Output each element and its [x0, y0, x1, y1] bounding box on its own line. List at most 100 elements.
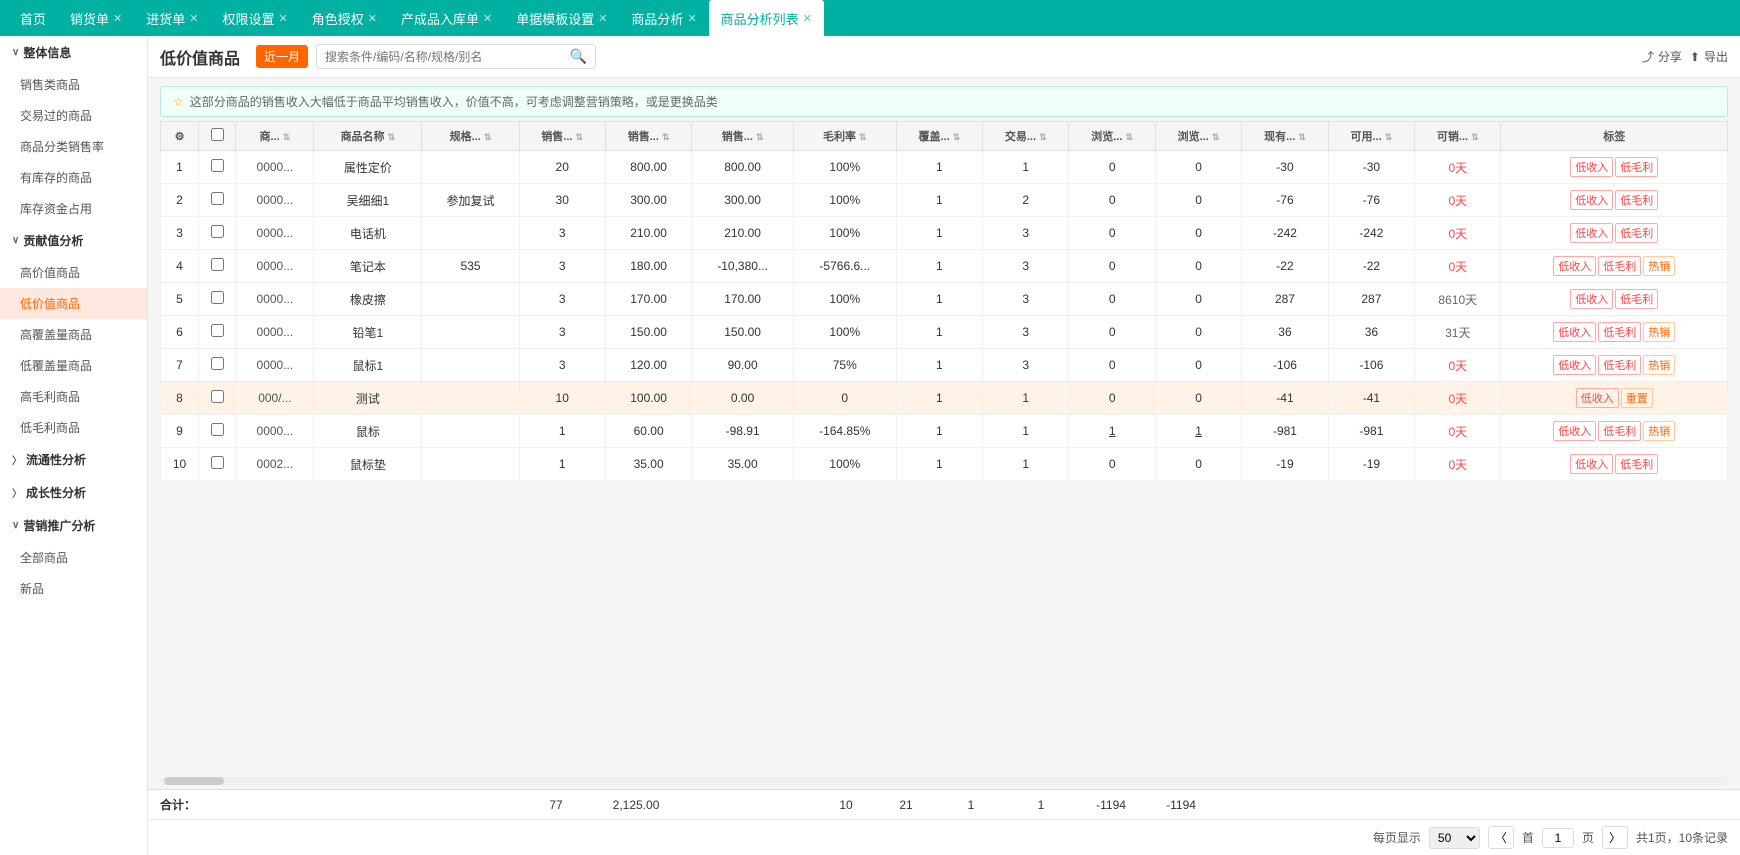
sidebar-item-new-goods[interactable]: 新品	[0, 573, 147, 604]
sidebar-item-traded[interactable]: 交易过的商品	[0, 100, 147, 131]
sidebar-item-high-coverage[interactable]: 高覆盖量商品	[0, 319, 147, 350]
sidebar-item-sales-goods[interactable]: 销售类商品	[0, 69, 147, 100]
first-page-btn[interactable]: 〈	[1488, 826, 1514, 849]
cell-browse1[interactable]: 0	[1069, 448, 1155, 481]
table-row: 9 0000... 鼠标 1 60.00 -98.91 -164.85% 1 1…	[161, 415, 1728, 448]
cell-spec	[422, 349, 519, 382]
cell-check[interactable]	[199, 415, 236, 448]
col-stock2[interactable]: 可用... ⇅	[1328, 122, 1414, 151]
cell-browse1[interactable]: 1	[1069, 415, 1155, 448]
tag-badge: 热销	[1643, 421, 1675, 441]
cell-days: 0天	[1415, 448, 1501, 481]
nav-purchase[interactable]: 进货单 ✕	[134, 0, 210, 36]
info-banner: ☆ 这部分商品的销售收入大幅低于商品平均销售收入，价值不高，可考虑调整营销策略，…	[160, 86, 1728, 117]
sidebar-group-marketing[interactable]: ∨营销推广分析	[0, 509, 147, 542]
sidebar-group-flow[interactable]: 〉流通性分析	[0, 443, 147, 476]
cell-check[interactable]	[199, 217, 236, 250]
cell-check[interactable]	[199, 151, 236, 184]
cell-name: 测试	[314, 382, 422, 415]
scroll-thumb[interactable]	[164, 777, 224, 785]
cell-spec	[422, 316, 519, 349]
cell-browse1[interactable]: 0	[1069, 382, 1155, 415]
cell-tags: 低收入低毛利	[1501, 283, 1728, 316]
col-name[interactable]: 商品名称 ⇅	[314, 122, 422, 151]
col-sale3[interactable]: 销售... ⇅	[692, 122, 794, 151]
cell-check[interactable]	[199, 349, 236, 382]
cell-browse1[interactable]: 0	[1069, 250, 1155, 283]
cell-check[interactable]	[199, 316, 236, 349]
col-sale1[interactable]: 销售... ⇅	[519, 122, 605, 151]
cell-browse1[interactable]: 0	[1069, 283, 1155, 316]
sidebar-group-growth[interactable]: 〉成长性分析	[0, 476, 147, 509]
filter-button[interactable]: 近一月	[256, 45, 308, 68]
col-stock1[interactable]: 现有... ⇅	[1242, 122, 1328, 151]
cell-check[interactable]	[199, 250, 236, 283]
col-sale2[interactable]: 销售... ⇅	[605, 122, 691, 151]
nav-analysis-list[interactable]: 商品分析列表 ✕	[709, 0, 824, 36]
tag-badge: 低收入	[1570, 223, 1613, 243]
share-button[interactable]: ⤴ 分享	[1642, 48, 1682, 65]
sidebar-group-overview[interactable]: ∨整体信息	[0, 36, 147, 69]
search-icon[interactable]: 🔍	[570, 48, 587, 65]
sidebar: ∨整体信息 销售类商品 交易过的商品 商品分类销售率 有库存的商品 库存资金占用…	[0, 36, 148, 855]
sidebar-item-high-margin[interactable]: 高毛利商品	[0, 381, 147, 412]
sidebar-item-low-coverage[interactable]: 低覆盖量商品	[0, 350, 147, 381]
col-code[interactable]: 商... ⇅	[236, 122, 314, 151]
cell-tags: 低收入重置	[1501, 382, 1728, 415]
cell-browse2: 0	[1155, 184, 1241, 217]
cell-stock1: -22	[1242, 250, 1328, 283]
sidebar-item-high-value[interactable]: 高价值商品	[0, 257, 147, 288]
cell-cover: 1	[896, 217, 982, 250]
nav-roles[interactable]: 角色授权 ✕	[300, 0, 389, 36]
cell-browse2: 0	[1155, 316, 1241, 349]
col-browse1[interactable]: 浏览... ⇅	[1069, 122, 1155, 151]
next-page-btn[interactable]: 〉	[1602, 826, 1628, 849]
col-trade[interactable]: 交易... ⇅	[983, 122, 1069, 151]
sidebar-item-low-margin[interactable]: 低毛利商品	[0, 412, 147, 443]
page-size-select[interactable]: 50 100 200	[1429, 827, 1480, 849]
sidebar-item-stock-goods[interactable]: 有库存的商品	[0, 162, 147, 193]
cell-code: 0000...	[236, 415, 314, 448]
cell-browse1[interactable]: 0	[1069, 184, 1155, 217]
col-checkbox[interactable]	[199, 122, 236, 151]
cell-trade: 2	[983, 184, 1069, 217]
table-header-row: ⚙ 商... ⇅ 商品名称 ⇅ 规格... ⇅ 销售... ⇅ 销售... ⇅ …	[161, 122, 1728, 151]
col-stock3[interactable]: 可销... ⇅	[1415, 122, 1501, 151]
cell-browse1[interactable]: 0	[1069, 217, 1155, 250]
nav-home[interactable]: 首页	[8, 0, 58, 36]
horizontal-scroll[interactable]	[160, 777, 1728, 785]
nav-sales[interactable]: 销货单 ✕	[58, 0, 134, 36]
cell-check[interactable]	[199, 448, 236, 481]
sidebar-item-category-rate[interactable]: 商品分类销售率	[0, 131, 147, 162]
cell-browse1[interactable]: 0	[1069, 316, 1155, 349]
cell-stock2: 36	[1328, 316, 1414, 349]
nav-permissions[interactable]: 权限设置 ✕	[210, 0, 299, 36]
col-gross[interactable]: 毛利率 ⇅	[793, 122, 896, 151]
table-container[interactable]: ⚙ 商... ⇅ 商品名称 ⇅ 规格... ⇅ 销售... ⇅ 销售... ⇅ …	[160, 121, 1728, 777]
cell-trade: 1	[983, 448, 1069, 481]
cell-tags: 低收入低毛利热销	[1501, 250, 1728, 283]
col-spec[interactable]: 规格... ⇅	[422, 122, 519, 151]
sidebar-item-all-goods[interactable]: 全部商品	[0, 542, 147, 573]
cell-browse1[interactable]: 0	[1069, 151, 1155, 184]
page-input[interactable]	[1542, 828, 1574, 848]
col-settings[interactable]: ⚙	[161, 122, 199, 151]
export-button[interactable]: ⬆ 导出	[1690, 48, 1728, 65]
cell-name: 笔记本	[314, 250, 422, 283]
cell-sale1: 3	[519, 217, 605, 250]
cell-check[interactable]	[199, 283, 236, 316]
sidebar-item-low-value[interactable]: 低价值商品	[0, 288, 147, 319]
nav-template[interactable]: 单据模板设置 ✕	[504, 0, 619, 36]
nav-analysis[interactable]: 商品分析 ✕	[619, 0, 708, 36]
cell-check[interactable]	[199, 184, 236, 217]
cell-browse1[interactable]: 0	[1069, 349, 1155, 382]
tag-badge: 低收入	[1553, 355, 1596, 375]
sidebar-item-stock-capital[interactable]: 库存资金占用	[0, 193, 147, 224]
col-cover[interactable]: 覆盖... ⇅	[896, 122, 982, 151]
search-input[interactable]	[325, 50, 570, 64]
sidebar-group-contribution[interactable]: ∨贡献值分析	[0, 224, 147, 257]
cell-check[interactable]	[199, 382, 236, 415]
nav-warehouse[interactable]: 产成品入库单 ✕	[389, 0, 504, 36]
cell-spec	[422, 415, 519, 448]
col-browse2[interactable]: 浏览... ⇅	[1155, 122, 1241, 151]
